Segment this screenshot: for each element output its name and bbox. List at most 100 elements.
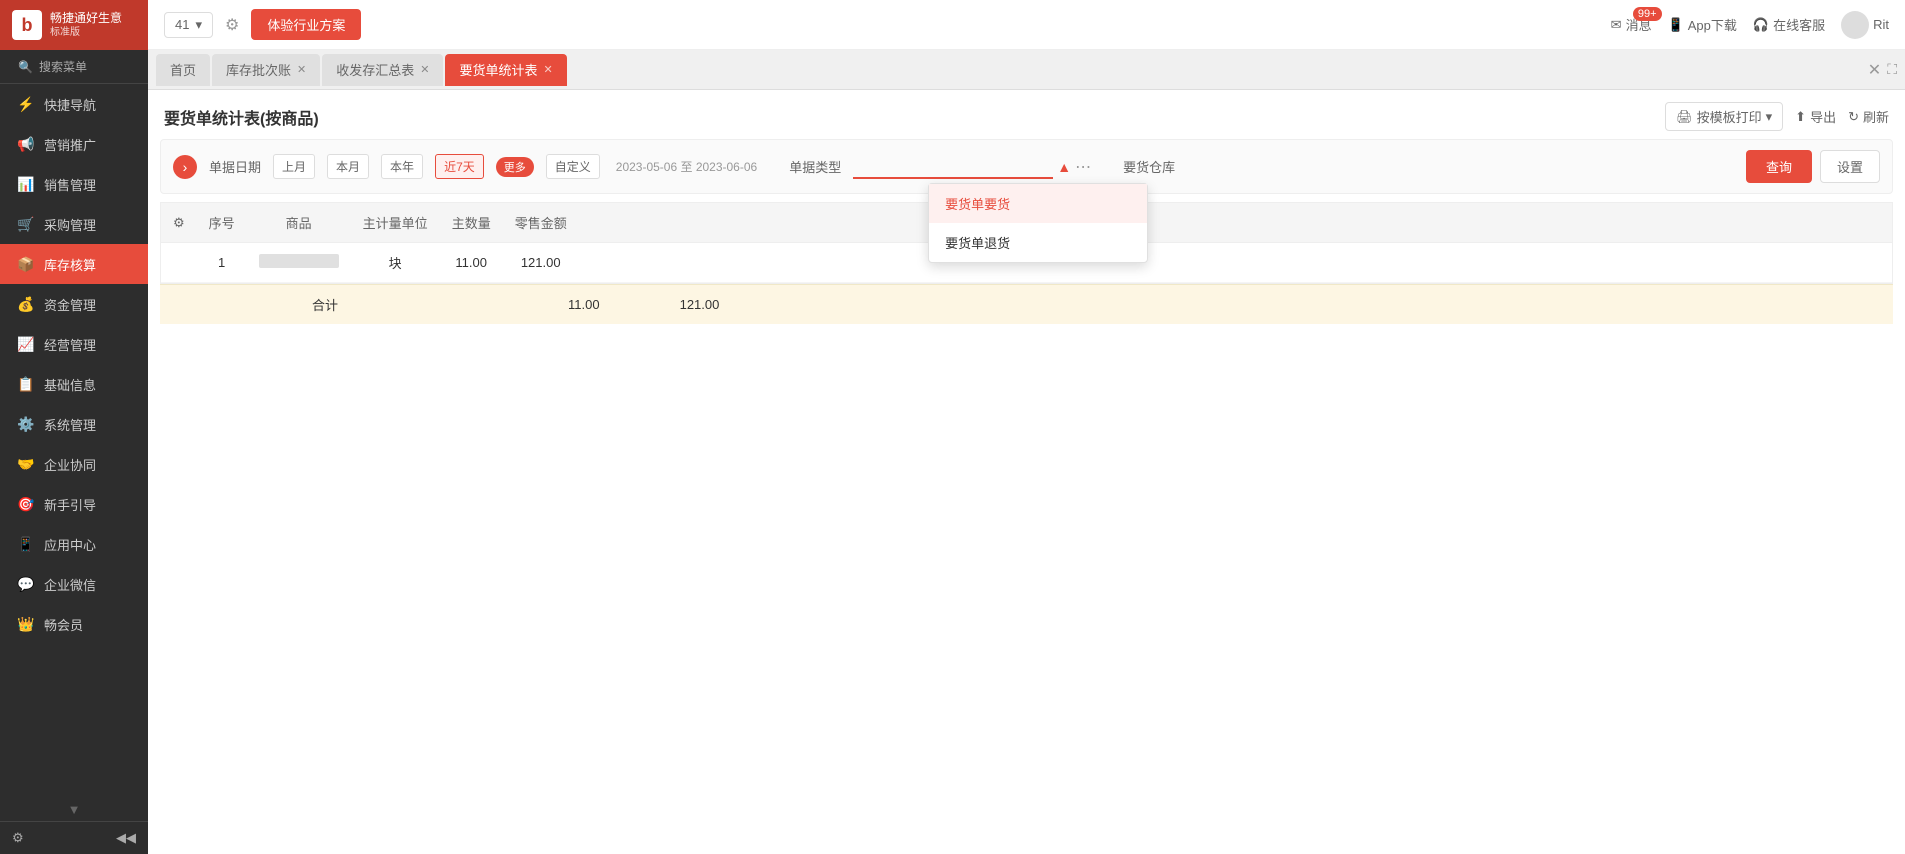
settings-icon[interactable]: ⚙: [12, 830, 24, 846]
type-chevron-up-icon[interactable]: ▲: [1057, 159, 1071, 175]
topbar-right: ✉ 消息 99+ 📱 App下载 🎧 在线客服 Rit: [1611, 11, 1889, 39]
scroll-down-btn[interactable]: ▼: [0, 798, 148, 821]
refresh-button[interactable]: ↻ 刷新: [1848, 107, 1889, 126]
date-range-display: 2023-05-06 至 2023-06-06: [616, 158, 757, 175]
basic-info-icon: 📋: [16, 374, 36, 394]
dropdown-item-order-return[interactable]: 要货单退货: [929, 223, 1147, 262]
sidebar-item-quick-nav[interactable]: ⚡ 快捷导航: [0, 84, 148, 124]
row-qty: 11.00: [440, 243, 503, 283]
headset-icon: 🎧: [1753, 17, 1769, 33]
page-header: 要货单统计表(按商品) 🖨 按模板打印 ▾ ⬆ 导出 ↻ 刷新: [148, 90, 1905, 139]
query-button[interactable]: 查询: [1746, 150, 1812, 183]
export-button[interactable]: ⬆ 导出: [1795, 107, 1836, 126]
table-col-product: 商品: [247, 203, 351, 243]
sidebar-item-vip[interactable]: 👑 畅会员: [0, 604, 148, 644]
sidebar-item-guide[interactable]: 🎯 新手引导: [0, 484, 148, 524]
type-filter-input[interactable]: [853, 154, 1053, 179]
date-last-7days[interactable]: 近7天: [435, 154, 484, 179]
app-center-icon: 📱: [16, 534, 36, 554]
sidebar-item-wechat[interactable]: 💬 企业微信: [0, 564, 148, 604]
message-icon: ✉: [1611, 17, 1622, 33]
export-icon: ⬆: [1795, 109, 1806, 125]
table-col-qty: 主数量: [440, 203, 503, 243]
sidebar-item-purchase[interactable]: 🛒 采购管理: [0, 204, 148, 244]
marketing-icon: 📢: [16, 134, 36, 154]
type-more-icon[interactable]: ⋯: [1075, 157, 1091, 177]
page-actions: 🖨 按模板打印 ▾ ⬆ 导出 ↻ 刷新: [1665, 102, 1889, 131]
table-col-empty: [579, 203, 1892, 243]
sidebar-item-finance[interactable]: 💰 资金管理: [0, 284, 148, 324]
settings-button[interactable]: 设置: [1820, 150, 1880, 183]
app-download-item[interactable]: 📱 App下载: [1668, 15, 1737, 34]
type-dropdown: 要货单要货 要货单退货: [928, 183, 1148, 263]
filter-expand-button[interactable]: ›: [173, 155, 197, 179]
close-all-tabs[interactable]: ✕: [1868, 60, 1881, 80]
row-amount: 121.00: [503, 243, 579, 283]
sidebar-item-basic-info[interactable]: 📋 基础信息: [0, 364, 148, 404]
sidebar-nav: ⚡ 快捷导航 📢 营销推广 📊 销售管理 🛒 采购管理 📦 库存核算 💰 资金管…: [0, 84, 148, 798]
date-more-btn[interactable]: 更多: [496, 157, 534, 177]
chevron-down-icon: ▾: [1766, 109, 1773, 125]
tab-order-stats[interactable]: 要货单统计表 ✕: [445, 54, 566, 86]
date-custom-btn[interactable]: 自定义: [546, 154, 600, 179]
table-footer: 合计 11.00 121.00: [160, 284, 1893, 324]
tabbar: 首页 库存批次账 ✕ 收发存汇总表 ✕ 要货单统计表 ✕ ✕ ⛶: [148, 50, 1905, 90]
enterprise-icon: 🤝: [16, 454, 36, 474]
sidebar-item-enterprise[interactable]: 🤝 企业协同: [0, 444, 148, 484]
table-col-settings[interactable]: ⚙: [161, 203, 197, 243]
topbar-left: 41 ▾ ⚙ 体验行业方案: [164, 9, 361, 40]
sidebar-item-app-center[interactable]: 📱 应用中心: [0, 524, 148, 564]
collapse-btn[interactable]: ◀◀: [116, 830, 136, 846]
print-icon: 🖨: [1676, 109, 1693, 125]
print-button[interactable]: 🖨 按模板打印 ▾: [1665, 102, 1783, 131]
close-tab-order-stats[interactable]: ✕: [544, 63, 553, 76]
trial-button[interactable]: 体验行业方案: [251, 9, 361, 40]
date-filter-label: 单据日期: [209, 157, 261, 176]
page-content: 要货单统计表(按商品) 🖨 按模板打印 ▾ ⬆ 导出 ↻ 刷新: [148, 90, 1905, 854]
total-qty: 11.00: [568, 297, 600, 312]
refresh-icon: ↻: [1848, 109, 1859, 125]
filter-row: › 单据日期 上月 本月 本年 近7天 更多 自定义 2023-05-06 至 …: [173, 150, 1880, 183]
filter-bar: › 单据日期 上月 本月 本年 近7天 更多 自定义 2023-05-06 至 …: [160, 139, 1893, 194]
inventory-icon: 📦: [16, 254, 36, 274]
main-content: 41 ▾ ⚙ 体验行业方案 ✉ 消息 99+ 📱 App下载 🎧 在线客服 R: [148, 0, 1905, 854]
row-settings: [161, 243, 197, 283]
table-col-unit: 主计量单位: [351, 203, 440, 243]
sidebar-item-system[interactable]: ⚙️ 系统管理: [0, 404, 148, 444]
row-no: 1: [197, 243, 247, 283]
topbar-gear-icon[interactable]: ⚙: [225, 15, 239, 35]
online-service-item[interactable]: 🎧 在线客服: [1753, 15, 1825, 34]
user-profile[interactable]: Rit: [1841, 11, 1889, 39]
quick-nav-icon: ⚡: [16, 94, 36, 114]
messages-item[interactable]: ✉ 消息 99+: [1611, 15, 1652, 34]
date-this-month[interactable]: 本月: [327, 154, 369, 179]
date-this-year[interactable]: 本年: [381, 154, 423, 179]
row-product: [247, 243, 351, 283]
sidebar-item-marketing[interactable]: 📢 营销推广: [0, 124, 148, 164]
dropdown-item-order-goods[interactable]: 要货单要货: [929, 184, 1147, 223]
search-menu[interactable]: 🔍 搜索菜单: [0, 50, 148, 84]
logo-icon: b: [12, 10, 42, 40]
search-icon: 🔍: [18, 60, 33, 74]
sales-icon: 📊: [16, 174, 36, 194]
operations-icon: 📈: [16, 334, 36, 354]
phone-icon: 📱: [1668, 17, 1684, 33]
tab-inventory-batch[interactable]: 库存批次账 ✕: [212, 54, 320, 86]
date-last-month[interactable]: 上月: [273, 154, 315, 179]
logo-text: 畅捷通好生意 标准版: [50, 11, 122, 40]
close-tab-receipt-summary[interactable]: ✕: [420, 63, 429, 76]
guide-icon: 🎯: [16, 494, 36, 514]
finance-icon: 💰: [16, 294, 36, 314]
company-selector[interactable]: 41 ▾: [164, 12, 213, 38]
type-filter-label: 单据类型: [789, 157, 841, 176]
sidebar-item-sales[interactable]: 📊 销售管理: [0, 164, 148, 204]
close-tab-inventory-batch[interactable]: ✕: [297, 63, 306, 76]
sidebar-item-inventory[interactable]: 📦 库存核算: [0, 244, 148, 284]
row-unit: 块: [351, 243, 440, 283]
tab-home[interactable]: 首页: [156, 54, 210, 86]
sidebar-item-operations[interactable]: 📈 经营管理: [0, 324, 148, 364]
tab-receipt-summary[interactable]: 收发存汇总表 ✕: [322, 54, 443, 86]
expand-tabs[interactable]: ⛶: [1887, 61, 1897, 78]
table-col-no: 序号: [197, 203, 247, 243]
row-empty: [579, 243, 1892, 283]
